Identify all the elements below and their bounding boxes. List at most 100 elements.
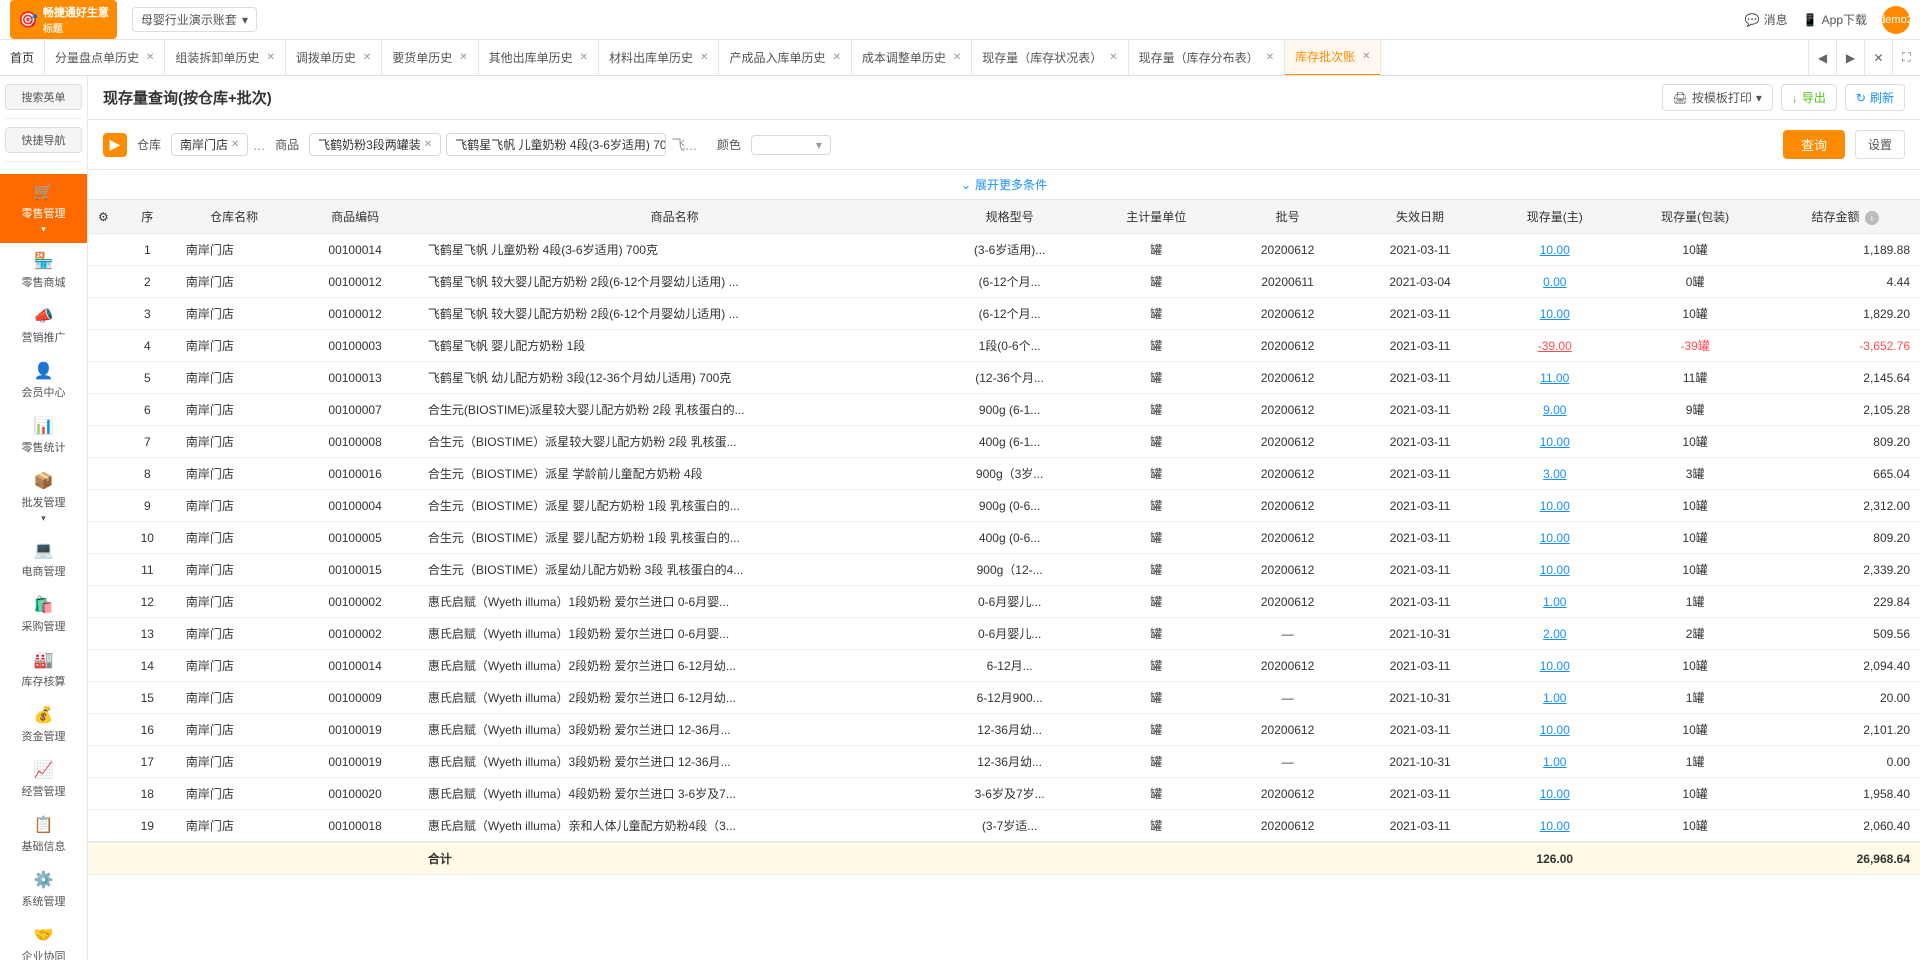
td-stock[interactable]: 10.00 — [1490, 490, 1620, 522]
sidebar-item-retail-label: 零售管理 — [22, 205, 66, 221]
td-stock[interactable]: 10.00 — [1490, 778, 1620, 810]
refresh-button[interactable]: ↻ 刷新 — [1845, 84, 1905, 111]
td-stock[interactable]: 10.00 — [1490, 522, 1620, 554]
goods-tag-2-label: 飞鹤星飞帆 儿童奶粉 4段(3-6岁适用) 700克 — [455, 136, 666, 153]
td-stock[interactable]: 10.00 — [1490, 650, 1620, 682]
balance-info-icon[interactable]: i — [1865, 211, 1879, 225]
td-stock[interactable]: 1.00 — [1490, 746, 1620, 778]
sidebar-item-corp[interactable]: 🤝 企业协同 — [0, 917, 87, 960]
template-print-button[interactable]: 🖨 按模板打印 ▾ — [1662, 84, 1773, 111]
td-stock[interactable]: 10.00 — [1490, 426, 1620, 458]
tab-require[interactable]: 要货单历史 ✕ — [382, 40, 478, 76]
tab-other-out[interactable]: 其他出库单历史 ✕ — [479, 40, 599, 76]
tab-disassemble-close[interactable]: ✕ — [266, 52, 274, 63]
sidebar-item-stock[interactable]: 🏭 库存核算 — [0, 642, 87, 697]
tab-cost-adj[interactable]: 成本调整单历史 ✕ — [852, 40, 972, 76]
td-batch-no: 20200612 — [1225, 362, 1351, 394]
search-menu-button[interactable]: 搜索英单 — [5, 84, 82, 110]
goods-tag-2[interactable]: 飞鹤星飞帆 儿童奶粉 4段(3-6岁适用) 700克 ✕ — [446, 133, 666, 156]
td-stock[interactable]: 10.00 — [1490, 714, 1620, 746]
tab-disassemble[interactable]: 组装拆卸单历史 ✕ — [165, 40, 285, 76]
sidebar-item-purchase[interactable]: 🛍️ 采购管理 — [0, 587, 87, 642]
tab-stock-dist[interactable]: 现存量（库存分布表） ✕ — [1129, 40, 1285, 76]
tab-require-close[interactable]: ✕ — [459, 52, 467, 63]
tab-stock-status-close[interactable]: ✕ — [1109, 52, 1117, 63]
td-stock[interactable]: 1.00 — [1490, 586, 1620, 618]
warehouse-more-dots[interactable]: ... — [253, 137, 265, 153]
td-spec: 6-12月900... — [931, 682, 1087, 714]
avatar[interactable]: demo2 — [1882, 6, 1910, 34]
tab-cost-adj-close[interactable]: ✕ — [953, 52, 961, 63]
td-stock[interactable]: 10.00 — [1490, 234, 1620, 266]
tab-product-in-close[interactable]: ✕ — [832, 52, 840, 63]
tab-home-label: 首页 — [10, 49, 34, 66]
td-stock[interactable]: 10.00 — [1490, 810, 1620, 843]
td-stock[interactable]: 9.00 — [1490, 394, 1620, 426]
tab-mix-close[interactable]: ✕ — [363, 52, 371, 63]
sidebar-item-marketing[interactable]: 📣 营销推广 — [0, 298, 87, 353]
quick-nav-button[interactable]: 快捷导航 — [5, 127, 82, 153]
th-settings[interactable]: ⚙ — [88, 200, 119, 234]
goods-more-dots[interactable]: 飞... — [671, 135, 697, 155]
tab-material-out[interactable]: 材料出库单历史 ✕ — [599, 40, 719, 76]
settings-button[interactable]: 设置 — [1855, 130, 1905, 159]
td-unit: 罐 — [1088, 554, 1225, 586]
td-balance: 1,829.20 — [1770, 298, 1920, 330]
warehouse-tag-nanganmendian[interactable]: 南岸门店 ✕ — [171, 133, 248, 156]
goods-tag-1-close[interactable]: ✕ — [424, 139, 432, 150]
sidebar-item-member[interactable]: 👤 会员中心 — [0, 353, 87, 408]
sidebar-item-system[interactable]: ⚙️ 系统管理 — [0, 862, 87, 917]
sidebar-item-biz[interactable]: 📈 经营管理 — [0, 752, 87, 807]
td-goods-code: 00100018 — [292, 810, 418, 843]
main-layout: 搜索英单 快捷导航 🛒 零售管理 ▾ 🏪 零售商城 📣 营销推广 👤 会员中心 … — [0, 76, 1920, 960]
td-stock[interactable]: 3.00 — [1490, 458, 1620, 490]
message-button[interactable]: 💬 消息 — [1745, 11, 1788, 28]
td-stock[interactable]: 10.00 — [1490, 298, 1620, 330]
nav-prev-arrow[interactable]: ◀ — [1808, 40, 1836, 76]
tab-split-close[interactable]: ✕ — [146, 52, 154, 63]
tab-split[interactable]: 分量盘点单历史 ✕ — [45, 40, 165, 76]
td-spec: 900g (0-6... — [931, 490, 1087, 522]
nav-close-all[interactable]: ✕ — [1864, 40, 1892, 76]
data-table: ⚙ 序 仓库名称 商品编码 商品名称 规格型号 主计量单位 批号 失效日期 现存… — [88, 200, 1920, 875]
tab-other-out-close[interactable]: ✕ — [580, 52, 588, 63]
nav-fullscreen[interactable]: ⛶ — [1892, 40, 1920, 76]
search-button[interactable]: 查询 — [1783, 130, 1845, 159]
warehouse-tag-close[interactable]: ✕ — [231, 139, 239, 150]
sidebar-item-wholesale[interactable]: 📦 批发管理 ▾ — [0, 463, 87, 532]
td-goods-name: 合生元（BIOSTIME）派星 婴儿配方奶粉 1段 乳核蛋白的... — [418, 522, 932, 554]
sidebar-item-retail[interactable]: 🛒 零售管理 ▾ — [0, 174, 87, 243]
table-row: 19 南岸门店 00100018 惠氏启赋（Wyeth illuma）亲和人体儿… — [88, 810, 1920, 843]
td-stock[interactable]: -39.00 — [1490, 330, 1620, 362]
tab-stock-dist-close[interactable]: ✕ — [1266, 52, 1274, 63]
sidebar-item-ecommerce[interactable]: 💻 电商管理 — [0, 532, 87, 587]
td-stock[interactable]: 10.00 — [1490, 554, 1620, 586]
tab-product-in[interactable]: 产成品入库单历史 ✕ — [719, 40, 851, 76]
export-button[interactable]: ↓ 导出 — [1781, 84, 1837, 111]
app-download-button[interactable]: 📱 App下载 — [1803, 11, 1867, 28]
nav-next-arrow[interactable]: ▶ — [1836, 40, 1864, 76]
td-balance: 0.00 — [1770, 746, 1920, 778]
enterprise-select[interactable]: 母婴行业演示账套 ▾ — [132, 7, 257, 32]
sidebar-item-retail-shop-label: 零售商城 — [22, 274, 66, 290]
td-stock[interactable]: 2.00 — [1490, 618, 1620, 650]
tab-batch-order[interactable]: 库存批次账 ✕ — [1285, 40, 1381, 76]
td-stock[interactable]: 0.00 — [1490, 266, 1620, 298]
tab-home[interactable]: 首页 — [0, 40, 45, 76]
sidebar-item-base[interactable]: 📋 基础信息 — [0, 807, 87, 862]
expand-more-button[interactable]: ⌄ 展开更多条件 — [961, 176, 1047, 193]
tab-material-out-close[interactable]: ✕ — [700, 52, 708, 63]
tab-stock-status[interactable]: 现存量（库存状况表） ✕ — [972, 40, 1128, 76]
sidebar-item-retail-shop[interactable]: 🏪 零售商城 — [0, 243, 87, 298]
goods-tag-1[interactable]: 飞鹤奶粉3段两罐装 ✕ — [309, 133, 441, 156]
sidebar-item-retail-stat[interactable]: 📊 零售统计 — [0, 408, 87, 463]
sidebar-item-finance[interactable]: 💰 资金管理 — [0, 697, 87, 752]
tab-mix[interactable]: 调拨单历史 ✕ — [286, 40, 382, 76]
warehouse-filter-label: 仓库 — [137, 136, 161, 153]
filter-expand-button[interactable]: ▶ — [103, 133, 127, 157]
color-select[interactable]: ▾ — [751, 135, 831, 155]
td-stock[interactable]: 11.00 — [1490, 362, 1620, 394]
td-stock[interactable]: 1.00 — [1490, 682, 1620, 714]
tab-batch-order-close[interactable]: ✕ — [1362, 51, 1370, 62]
summary-empty-7 — [1225, 842, 1351, 875]
